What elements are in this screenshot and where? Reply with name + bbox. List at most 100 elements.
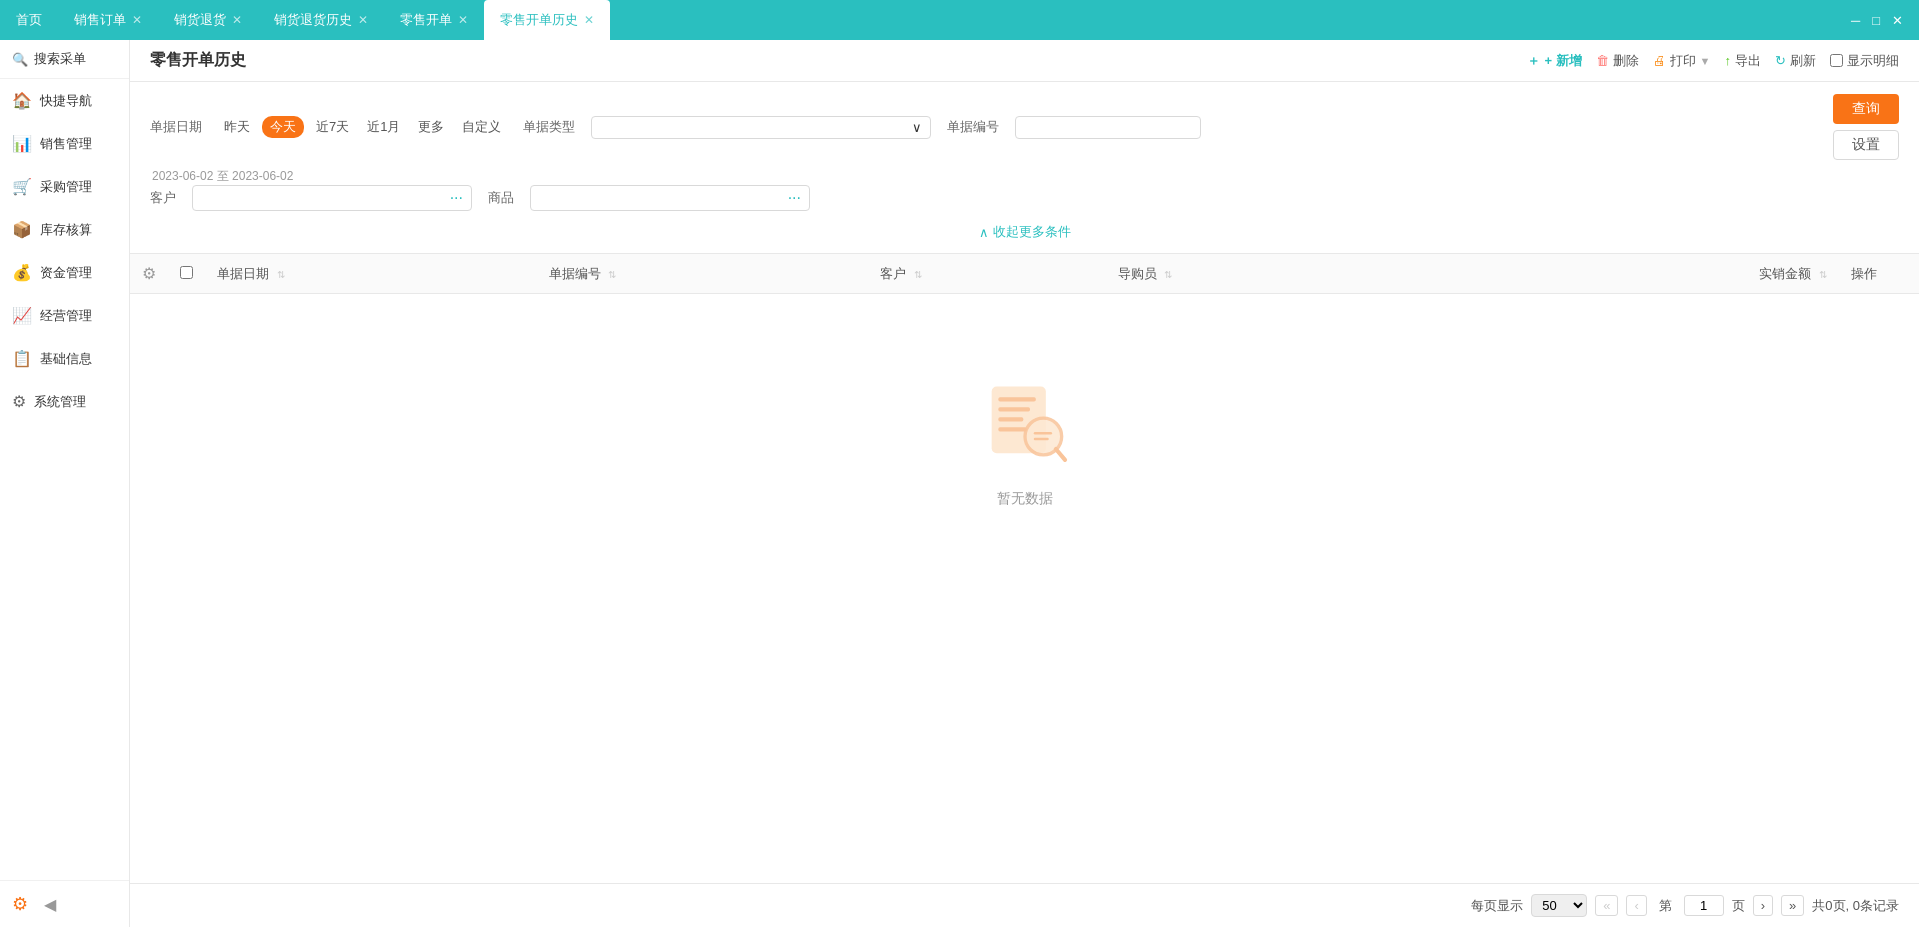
sidebar-item-sales-mgmt-label: 销售管理	[40, 135, 92, 153]
th-customer-sort-icon[interactable]: ⇅	[914, 269, 922, 280]
next-page-button[interactable]: ›	[1753, 895, 1773, 916]
date-opt-1month[interactable]: 近1月	[361, 116, 406, 138]
th-amount-sort-icon[interactable]: ⇅	[1819, 269, 1827, 280]
maximize-button[interactable]: □	[1872, 13, 1880, 28]
last-page-button[interactable]: »	[1781, 895, 1804, 916]
empty-cell: 暂无数据	[130, 294, 1919, 589]
table-header: ⚙ 单据日期 ⇅ 单据编号 ⇅	[130, 254, 1919, 294]
date-opt-yesterday[interactable]: 昨天	[218, 116, 256, 138]
close-button[interactable]: ✕	[1892, 13, 1903, 28]
table-body: 暂无数据	[130, 294, 1919, 589]
delete-label: 删除	[1613, 52, 1639, 70]
customer-filter-input[interactable]	[201, 191, 450, 206]
tab-retail-open[interactable]: 零售开单 ✕	[384, 0, 484, 40]
refresh-button[interactable]: ↻ 刷新	[1775, 52, 1816, 70]
empty-text: 暂无数据	[997, 490, 1053, 508]
th-date-sort-icon[interactable]: ⇅	[277, 269, 285, 280]
page-label-pre: 第	[1659, 897, 1672, 915]
print-button[interactable]: 🖨 打印 ▼	[1653, 52, 1711, 70]
sales-mgmt-icon: 📊	[12, 134, 32, 153]
print-arrow-icon: ▼	[1700, 55, 1711, 67]
sidebar-item-system[interactable]: ⚙ 系统管理	[0, 380, 129, 423]
collapse-sidebar-icon[interactable]: ◀	[44, 895, 56, 914]
sidebar-item-quick-nav-label: 快捷导航	[40, 92, 92, 110]
settings-bottom-icon[interactable]: ⚙	[12, 893, 28, 915]
tab-sales-order-close[interactable]: ✕	[132, 13, 142, 27]
current-page-input[interactable]	[1684, 895, 1724, 916]
date-opt-7days[interactable]: 近7天	[310, 116, 355, 138]
sidebar-search-label: 搜索采单	[34, 50, 86, 68]
tab-sales-order[interactable]: 销售订单 ✕	[58, 0, 158, 40]
th-amount: 实销金额 ⇅	[1477, 254, 1839, 294]
goods-ellipsis-icon[interactable]: ···	[788, 189, 801, 207]
svg-rect-2	[998, 407, 1030, 411]
filter-actions: 查询 设置	[1833, 94, 1899, 160]
delete-button[interactable]: 🗑 删除	[1596, 52, 1639, 70]
tab-sales-return-history-label: 销货退货历史	[274, 11, 352, 29]
tab-home[interactable]: 首页	[0, 0, 58, 40]
type-filter-select[interactable]: ∨	[591, 116, 931, 139]
svg-rect-3	[998, 417, 1023, 421]
type-select-arrow: ∨	[912, 120, 922, 135]
filter-area: 单据日期 昨天 今天 近7天 近1月 更多 自定义 单据类型 ∨ 单据编号	[130, 82, 1919, 254]
th-spacer	[1390, 254, 1477, 294]
th-number-sort-icon[interactable]: ⇅	[608, 269, 616, 280]
goods-filter-input[interactable]	[539, 191, 788, 206]
date-opt-more[interactable]: 更多	[412, 116, 450, 138]
tab-retail-open-history-close[interactable]: ✕	[584, 13, 594, 27]
select-all-checkbox[interactable]	[180, 266, 193, 279]
tab-sales-return-close[interactable]: ✕	[232, 13, 242, 27]
th-date-label: 单据日期	[217, 266, 269, 281]
query-button[interactable]: 查询	[1833, 94, 1899, 124]
show-detail-checkbox[interactable]	[1830, 54, 1843, 67]
customer-filter-label: 客户	[150, 189, 176, 207]
collapse-button[interactable]: ∧ 收起更多条件	[150, 219, 1899, 245]
th-salesperson-sort-icon[interactable]: ⇅	[1164, 269, 1172, 280]
tab-retail-open-close[interactable]: ✕	[458, 13, 468, 27]
tab-retail-open-label: 零售开单	[400, 11, 452, 29]
date-range-display: 2023-06-02 至 2023-06-02	[152, 168, 293, 185]
sidebar-item-sales-mgmt[interactable]: 📊 销售管理	[0, 122, 129, 165]
sidebar-search[interactable]: 🔍 搜索采单	[0, 40, 129, 79]
customer-filter-input-wrap[interactable]: ···	[192, 185, 472, 211]
sidebar-item-inventory-label: 库存核算	[40, 221, 92, 239]
th-customer: 客户 ⇅	[868, 254, 1106, 294]
export-button[interactable]: ↑ 导出	[1725, 52, 1762, 70]
sidebar-item-quick-nav[interactable]: 🏠 快捷导航	[0, 79, 129, 122]
print-icon: 🖨	[1653, 53, 1666, 68]
add-label: + 新增	[1544, 52, 1581, 70]
tab-retail-open-history[interactable]: 零售开单历史 ✕	[484, 0, 610, 40]
sidebar-item-purchase-mgmt[interactable]: 🛒 采购管理	[0, 165, 129, 208]
per-page-select[interactable]: 50 10 20 100	[1531, 894, 1587, 917]
sidebar: 🔍 搜索采单 🏠 快捷导航 📊 销售管理 🛒 采购管理 📦 库存核算 💰 资金管…	[0, 40, 130, 927]
date-opt-today[interactable]: 今天	[262, 116, 304, 138]
page-label: 页	[1732, 897, 1745, 915]
tab-sales-return-history-close[interactable]: ✕	[358, 13, 368, 27]
th-settings: ⚙	[130, 254, 168, 294]
per-page-label: 每页显示	[1471, 897, 1523, 915]
customer-ellipsis-icon[interactable]: ···	[450, 189, 463, 207]
first-page-button[interactable]: «	[1595, 895, 1618, 916]
minimize-button[interactable]: ─	[1851, 13, 1860, 28]
delete-icon: 🗑	[1596, 53, 1609, 68]
number-filter-input[interactable]	[1015, 116, 1201, 139]
sidebar-item-operations[interactable]: 📈 经营管理	[0, 294, 129, 337]
operations-icon: 📈	[12, 306, 32, 325]
tab-sales-return-history[interactable]: 销货退货历史 ✕	[258, 0, 384, 40]
filter-settings-button[interactable]: 设置	[1833, 130, 1899, 160]
sidebar-item-finance[interactable]: 💰 资金管理	[0, 251, 129, 294]
prev-page-button[interactable]: ‹	[1626, 895, 1646, 916]
th-number: 单据编号 ⇅	[537, 254, 869, 294]
add-button[interactable]: ＋ + 新增	[1527, 52, 1581, 70]
sidebar-item-inventory[interactable]: 📦 库存核算	[0, 208, 129, 251]
date-opt-custom[interactable]: 自定义	[456, 116, 507, 138]
finance-icon: 💰	[12, 263, 32, 282]
th-date: 单据日期 ⇅	[205, 254, 537, 294]
goods-filter-input-wrap[interactable]: ···	[530, 185, 810, 211]
sidebar-item-basic-info[interactable]: 📋 基础信息	[0, 337, 129, 380]
th-customer-label: 客户	[880, 266, 906, 281]
tab-sales-return[interactable]: 销货退货 ✕	[158, 0, 258, 40]
th-actions: 操作	[1839, 254, 1919, 294]
table-settings-icon[interactable]: ⚙	[142, 264, 156, 283]
show-detail-check[interactable]: 显示明细	[1830, 52, 1899, 70]
